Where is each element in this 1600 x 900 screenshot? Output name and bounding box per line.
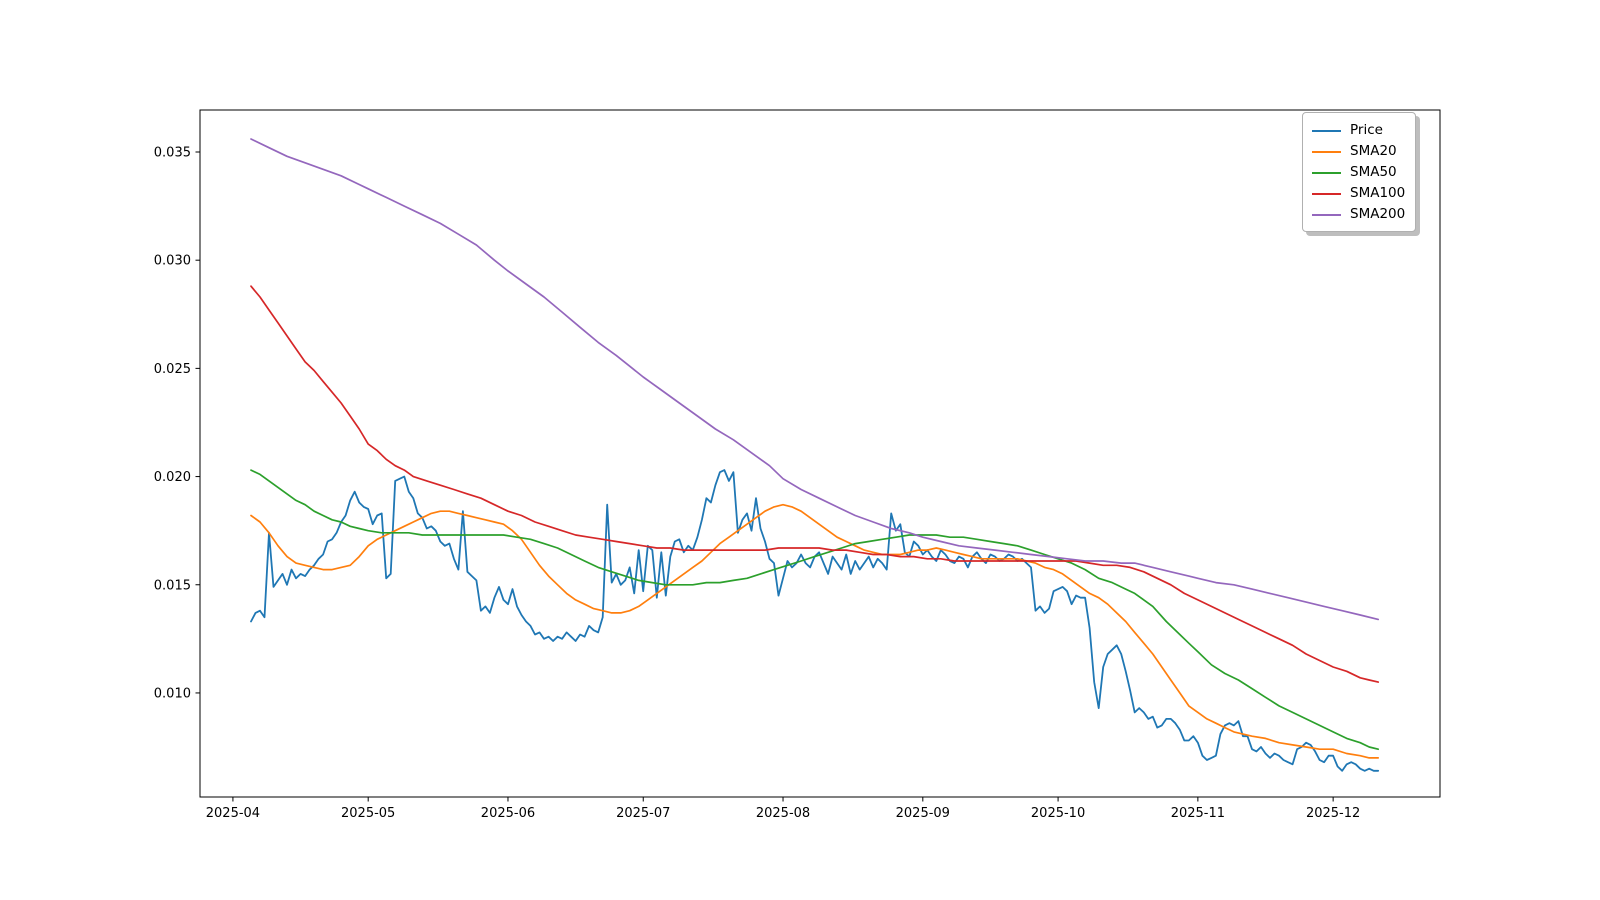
- x-tick-label: 2025-07: [616, 806, 670, 821]
- legend-line-sample: [1312, 192, 1341, 195]
- legend-item-sma200: SMA200: [1312, 204, 1405, 225]
- y-tick-label: 0.020: [154, 470, 191, 485]
- plot-area: [200, 110, 1440, 797]
- x-tick-label: 2025-10: [1031, 806, 1085, 821]
- legend-line-sample: [1312, 129, 1341, 132]
- y-tick-label: 0.015: [154, 578, 191, 593]
- legend: Price SMA20 SMA50 SMA100 SMA200: [1302, 112, 1417, 232]
- x-tick-label: 2025-09: [896, 806, 950, 821]
- x-tick-label: 2025-12: [1306, 806, 1360, 821]
- legend-line-sample: [1312, 213, 1341, 216]
- y-tick-label: 0.035: [154, 145, 191, 160]
- legend-label: SMA20: [1350, 143, 1397, 159]
- legend-line-sample: [1312, 150, 1341, 153]
- y-tick-label: 0.010: [154, 686, 191, 701]
- y-tick-label: 0.030: [154, 254, 191, 269]
- legend-label: SMA50: [1350, 164, 1397, 180]
- x-tick-label: 2025-05: [341, 806, 395, 821]
- x-tick-label: 2025-06: [481, 806, 535, 821]
- x-tick-label: 2025-04: [206, 806, 260, 821]
- x-tick-label: 2025-11: [1171, 806, 1225, 821]
- legend-item-price: Price: [1312, 120, 1405, 141]
- legend-label: Price: [1350, 122, 1383, 138]
- y-tick-label: 0.025: [154, 362, 191, 377]
- figure: 2025-04 2025-05 2025-06 2025-07 2025-08 2025-…: [0, 0, 1600, 900]
- legend-item-sma20: SMA20: [1312, 141, 1405, 162]
- legend-line-sample: [1312, 171, 1341, 174]
- legend-label: SMA200: [1350, 206, 1406, 222]
- legend-item-sma50: SMA50: [1312, 162, 1405, 183]
- x-tick-label: 2025-08: [756, 806, 810, 821]
- legend-item-sma100: SMA100: [1312, 183, 1405, 204]
- legend-label: SMA100: [1350, 185, 1406, 201]
